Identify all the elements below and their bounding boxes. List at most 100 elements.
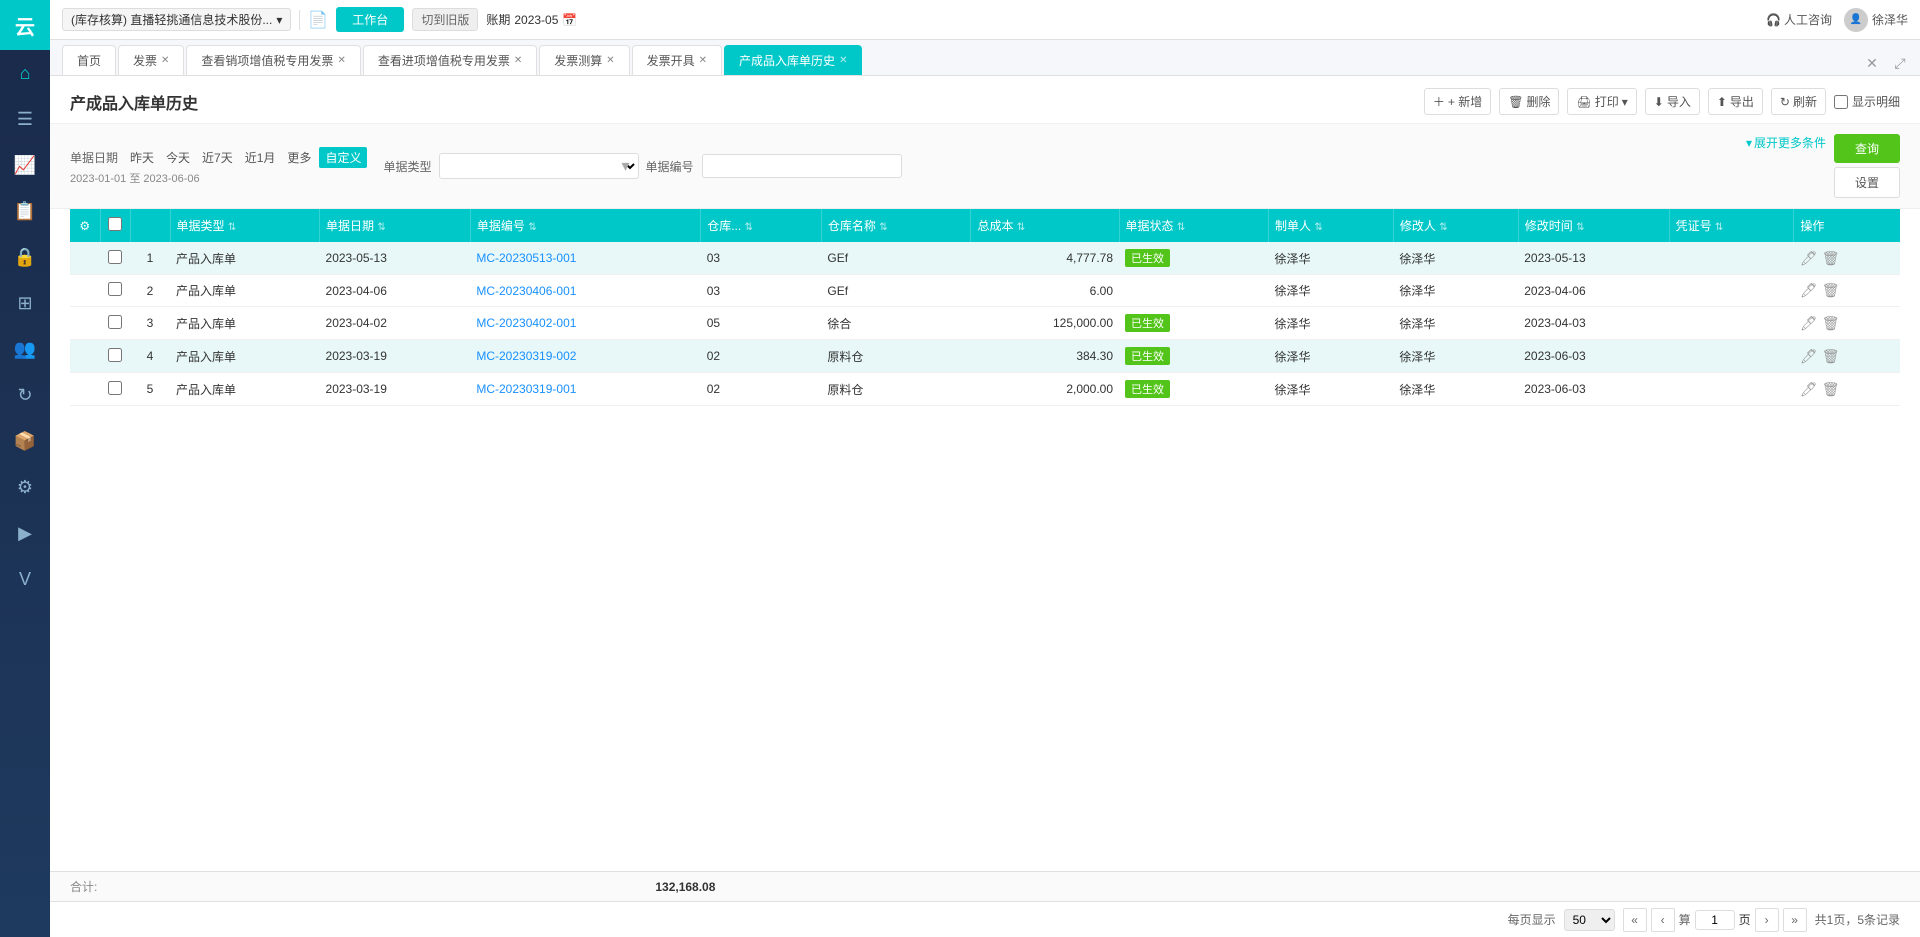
row-edit-icon[interactable]: 🖊 [1800,282,1818,299]
tab-invoice-close[interactable]: ✕ [161,55,169,66]
select-all-checkbox[interactable] [108,217,122,231]
page-next-btn[interactable]: › [1755,908,1779,932]
page-first-btn[interactable]: « [1623,908,1647,932]
row-edit-icon[interactable]: 🖊 [1800,250,1818,267]
row-number[interactable]: MC-20230319-001 [470,373,700,406]
sidebar-item-lock[interactable]: 🔒 [0,234,50,280]
row-checkbox[interactable] [108,250,122,264]
date-custom[interactable]: 自定义 [319,147,367,168]
export-button[interactable]: ⬆ 导出 [1708,88,1763,115]
page-last-btn[interactable]: » [1783,908,1807,932]
row-delete-icon[interactable]: 🗑 [1822,381,1840,398]
row-delete-icon[interactable]: 🗑 [1822,315,1840,332]
row-edit-icon[interactable]: 🖊 [1800,381,1818,398]
row-number-link[interactable]: MC-20230406-001 [476,284,576,298]
sidebar-item-menu[interactable]: ☰ [0,96,50,142]
tab-invoice-open[interactable]: 发票开具 ✕ [632,45,722,75]
import-button[interactable]: ⬇ 导入 [1645,88,1700,115]
tab-purchase-vat-close[interactable]: ✕ [514,55,522,66]
row-number[interactable]: MC-20230513-001 [470,242,700,275]
sort-voucher-icon[interactable]: ⇅ [1715,222,1723,233]
sidebar-item-doc[interactable]: 📋 [0,188,50,234]
refresh-button[interactable]: ↻ 刷新 [1771,88,1826,115]
row-number-link[interactable]: MC-20230402-001 [476,316,576,330]
delete-button[interactable]: 🗑 删除 [1499,88,1559,115]
sort-wcode-icon[interactable]: ⇅ [745,222,753,233]
page-prev-btn[interactable]: ‹ [1651,908,1675,932]
sort-number-icon[interactable]: ⇅ [528,222,536,233]
row-check[interactable] [100,242,130,275]
row-delete-icon[interactable]: 🗑 [1822,282,1840,299]
sidebar-item-chart[interactable]: 📈 [0,142,50,188]
sidebar-item-v[interactable]: V [0,556,50,602]
row-number[interactable]: MC-20230402-001 [470,307,700,340]
new-button[interactable]: ＋ + 新增 [1424,88,1491,115]
date-more[interactable]: 更多 [283,147,315,168]
sidebar-item-refresh[interactable]: ↻ [0,372,50,418]
tab-product-history-close[interactable]: ✕ [839,55,847,66]
row-edit-icon[interactable]: 🖊 [1800,315,1818,332]
row-checkbox[interactable] [108,282,122,296]
date-today[interactable]: 今天 [162,147,194,168]
row-check[interactable] [100,307,130,340]
date-7days[interactable]: 近7天 [198,147,237,168]
row-number[interactable]: MC-20230406-001 [470,275,700,307]
query-button[interactable]: 查询 [1834,134,1900,163]
sort-wname-icon[interactable]: ⇅ [879,222,887,233]
show-detail-checkbox[interactable] [1834,95,1848,109]
sort-mtime-icon[interactable]: ⇅ [1576,222,1584,233]
row-check[interactable] [100,340,130,373]
sort-creator-icon[interactable]: ⇅ [1314,222,1322,233]
user-menu[interactable]: 👤 徐泽华 [1844,8,1908,32]
set-button[interactable]: 设置 [1834,167,1900,198]
row-checkbox[interactable] [108,348,122,362]
help-btn[interactable]: 🎧 人工咨询 [1766,11,1832,28]
date-yesterday[interactable]: 昨天 [126,147,158,168]
tab-close-all[interactable]: ✕ [1860,51,1884,75]
sidebar-item-people[interactable]: 👥 [0,326,50,372]
row-number-link[interactable]: MC-20230319-002 [476,349,576,363]
print-button[interactable]: 🖨 打印 ▾ [1567,88,1636,115]
sidebar-item-play[interactable]: ▶ [0,510,50,556]
grid-icon: ⊞ [17,293,32,314]
sort-type-icon[interactable]: ⇅ [228,222,236,233]
tab-product-history[interactable]: 产成品入库单历史 ✕ [724,45,862,75]
tab-maximize[interactable]: ⤢ [1888,51,1912,75]
row-check[interactable] [100,275,130,307]
tab-purchase-vat[interactable]: 查看进项增值税专用发票 ✕ [363,45,537,75]
company-selector[interactable]: (库存核算) 直播轻挑通信息技术股份... ▾ [62,8,291,31]
row-check[interactable] [100,373,130,406]
sort-modifier-icon[interactable]: ⇅ [1439,222,1447,233]
tab-invoice-open-close[interactable]: ✕ [699,55,707,66]
expand-conditions-btn[interactable]: ▾ 展开更多条件 [1746,134,1826,151]
sort-date-icon[interactable]: ⇅ [377,222,385,233]
type-filter-select[interactable] [439,153,639,179]
row-number-link[interactable]: MC-20230319-001 [476,382,576,396]
col-settings[interactable]: ⚙ [70,209,100,242]
date-1month[interactable]: 近1月 [241,147,280,168]
row-delete-icon[interactable]: 🗑 [1822,250,1840,267]
sidebar-item-settings[interactable]: ⚙ [0,464,50,510]
page-input[interactable] [1695,910,1735,930]
row-checkbox[interactable] [108,315,122,329]
sidebar-item-grid[interactable]: ⊞ [0,280,50,326]
sidebar-item-box[interactable]: 📦 [0,418,50,464]
sort-cost-icon[interactable]: ⇅ [1017,222,1025,233]
tab-invoice-calc-close[interactable]: ✕ [606,55,614,66]
tab-invoice[interactable]: 发票 ✕ [118,45,184,75]
row-edit-icon[interactable]: 🖊 [1800,348,1818,365]
tab-home[interactable]: 首页 [62,45,116,75]
row-checkbox[interactable] [108,381,122,395]
switch-button[interactable]: 切到旧版 [412,8,478,31]
row-number-link[interactable]: MC-20230513-001 [476,251,576,265]
number-filter-input[interactable] [702,154,902,178]
sort-status-icon[interactable]: ⇅ [1177,222,1185,233]
row-number[interactable]: MC-20230319-002 [470,340,700,373]
row-delete-icon[interactable]: 🗑 [1822,348,1840,365]
tab-sales-vat-close[interactable]: ✕ [337,55,345,66]
tab-invoice-calc[interactable]: 发票测算 ✕ [539,45,629,75]
tab-sales-vat[interactable]: 查看销项增值税专用发票 ✕ [186,45,360,75]
page-size-select[interactable]: 50 100 200 [1564,909,1615,931]
workbench-button[interactable]: 工作台 [336,7,404,32]
sidebar-item-home[interactable]: ⌂ [0,50,50,96]
